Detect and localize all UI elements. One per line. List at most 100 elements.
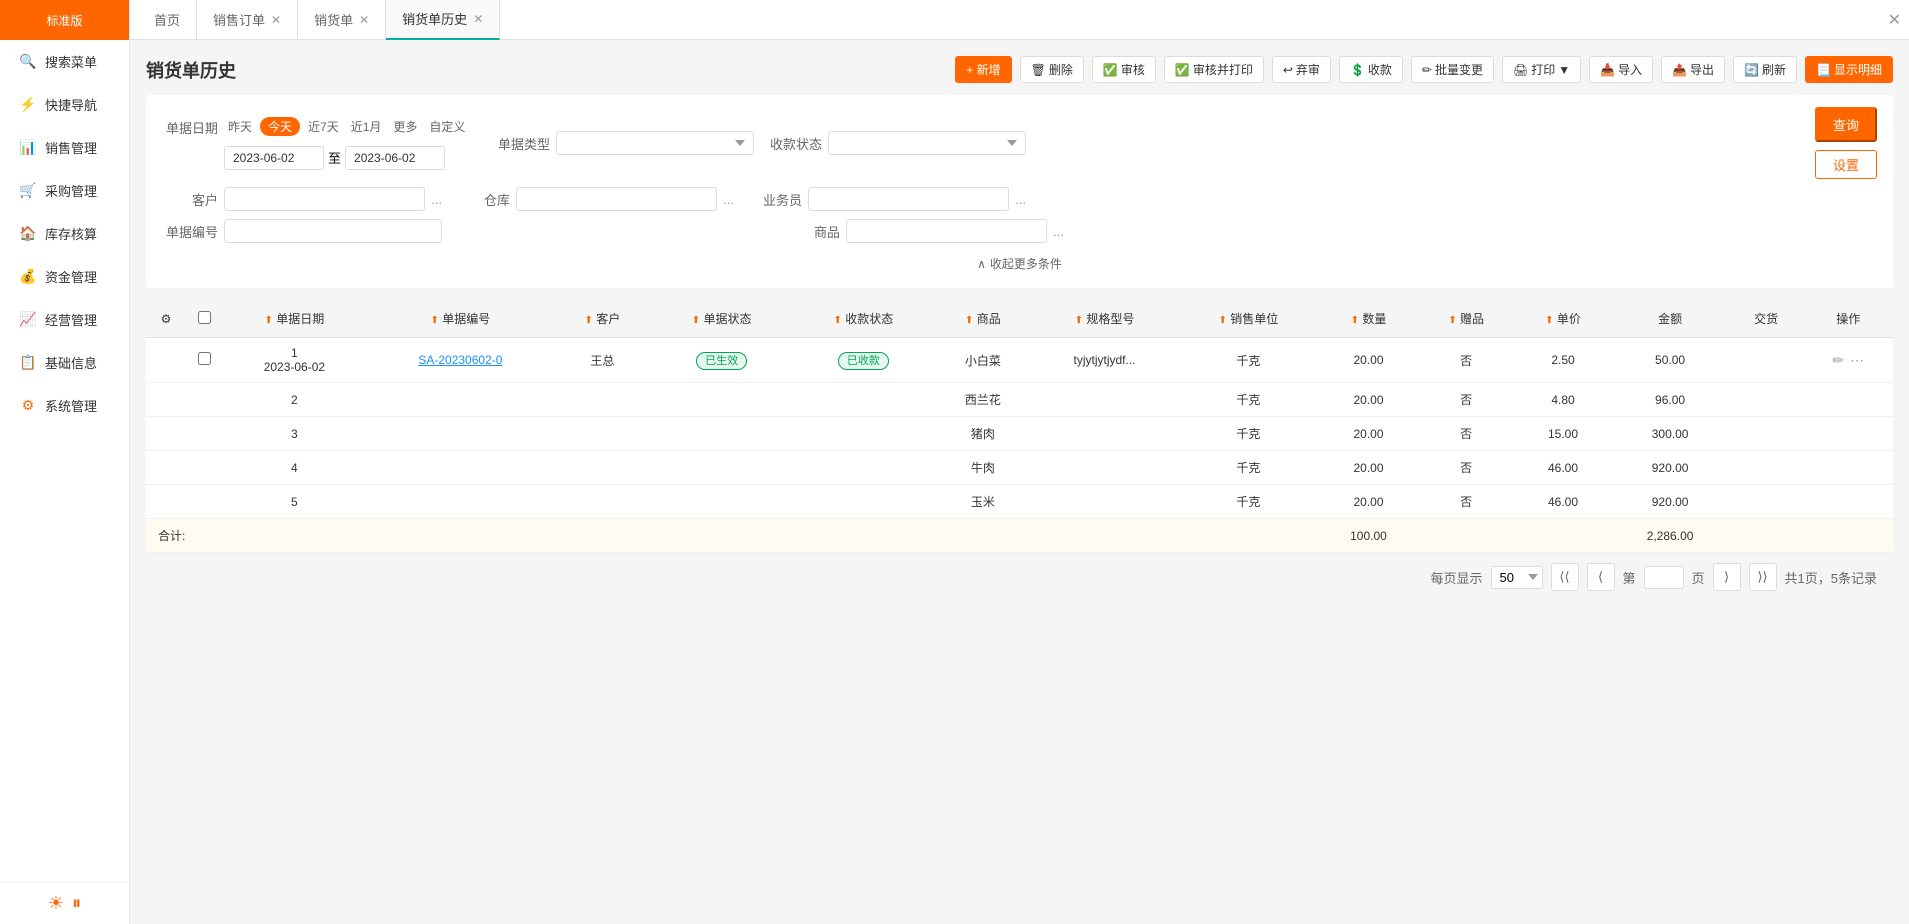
collapse-button[interactable]: ∧ 收起更多条件 <box>162 251 1877 276</box>
col-unit-price[interactable]: ⬆ 单价 <box>1515 300 1612 338</box>
edit-icon[interactable]: ✏ <box>1832 352 1844 369</box>
date-shortcut-1month[interactable]: 近1月 <box>347 117 386 136</box>
customer-dots[interactable]: ... <box>431 192 442 207</box>
salesperson-input[interactable] <box>808 187 1009 211</box>
customer-input[interactable] <box>224 187 425 211</box>
date-shortcut-7days[interactable]: 近7天 <box>304 117 343 136</box>
warehouse-dots[interactable]: ... <box>723 192 734 207</box>
more-icon[interactable]: ⋯ <box>1850 352 1864 369</box>
col-settings[interactable]: ⚙ <box>146 300 186 338</box>
date-to-input[interactable] <box>345 146 445 170</box>
row-quantity-cell: 20.00 <box>1319 383 1418 417</box>
audit-button[interactable]: ✅ 审核 <box>1092 56 1156 83</box>
col-quantity[interactable]: ⬆ 数量 <box>1319 300 1418 338</box>
col-unit[interactable]: ⬆ 销售单位 <box>1177 300 1319 338</box>
row-checkbox-cell[interactable] <box>186 417 222 451</box>
per-page-select[interactable]: 50 100 <box>1491 566 1543 589</box>
row-doc-number-cell[interactable] <box>367 417 554 451</box>
tab-sales-goods-history-close[interactable]: ✕ <box>473 12 483 26</box>
pagination: 每页显示 50 100 ⟨⟨ ⟨ 第 1 页 ⟩ ⟩⟩ 共1页，5条记录 <box>146 553 1893 601</box>
sidebar-item-system-mgmt[interactable]: ⚙ 系统管理 <box>0 384 129 427</box>
warehouse-input[interactable] <box>516 187 717 211</box>
col-customer[interactable]: ⬆ 客户 <box>554 300 651 338</box>
salesperson-dots[interactable]: ... <box>1015 192 1026 207</box>
row-checkbox-cell[interactable] <box>186 338 222 383</box>
export-button[interactable]: 📤 导出 <box>1661 56 1725 83</box>
sort-icon: ⬆ <box>833 315 841 326</box>
next-page-button[interactable]: ⟩ <box>1713 563 1741 591</box>
sidebar-item-purchase-mgmt[interactable]: 🛒 采购管理 <box>0 169 129 212</box>
col-date[interactable]: ⬆ 单据日期 <box>222 300 367 338</box>
last-page-button[interactable]: ⟩⟩ <box>1749 563 1777 591</box>
audit-print-button[interactable]: ✅ 审核并打印 <box>1164 56 1264 83</box>
page-number-input[interactable]: 1 <box>1644 566 1684 589</box>
col-checkbox[interactable] <box>186 300 222 338</box>
date-shortcut-today[interactable]: 今天 <box>260 117 300 136</box>
payment-status-select[interactable] <box>828 131 1026 155</box>
tab-home[interactable]: 首页 <box>138 0 197 40</box>
row-doc-number-cell[interactable] <box>367 485 554 519</box>
table-footer: 合计: 100.00 2,286.00 <box>146 519 1893 553</box>
tab-sales-goods[interactable]: 销货单 ✕ <box>298 0 386 40</box>
col-doc-status[interactable]: ⬆ 单据状态 <box>651 300 793 338</box>
sidebar-brand[interactable]: 标准版 <box>0 0 129 40</box>
select-all-checkbox[interactable] <box>198 311 211 324</box>
sidebar-search[interactable]: 🔍 搜索菜单 <box>0 40 129 83</box>
row-checkbox-cell[interactable] <box>186 485 222 519</box>
col-goods[interactable]: ⬆ 商品 <box>934 300 1031 338</box>
date-shortcut-yesterday[interactable]: 昨天 <box>224 117 256 136</box>
sidebar-item-label: 库存核算 <box>45 224 97 243</box>
query-button[interactable]: 查询 <box>1815 107 1877 142</box>
col-gift[interactable]: ⬆ 赠品 <box>1418 300 1515 338</box>
row-checkbox-cell[interactable] <box>186 451 222 485</box>
row-payment-status-cell <box>793 451 935 485</box>
filter-row-3: 单据编号 商品 ... <box>162 219 1877 243</box>
import-button[interactable]: 📥 导入 <box>1589 56 1653 83</box>
doc-number-input[interactable] <box>224 219 442 243</box>
print-button[interactable]: 🖨 打印 ▼ <box>1502 56 1581 83</box>
date-shortcut-more[interactable]: 更多 <box>389 117 421 136</box>
sidebar-expand-icon[interactable]: ⏸ <box>72 893 81 914</box>
tab-home-label: 首页 <box>154 10 180 29</box>
sidebar-item-operations[interactable]: 📈 经营管理 <box>0 298 129 341</box>
date-from-input[interactable] <box>224 146 324 170</box>
tab-sales-order[interactable]: 销售订单 ✕ <box>197 0 298 40</box>
sidebar-item-basic-info[interactable]: 📋 基础信息 <box>0 341 129 384</box>
tab-sales-order-close[interactable]: ✕ <box>271 13 281 27</box>
tab-sales-goods-close[interactable]: ✕ <box>359 13 369 27</box>
settings-button[interactable]: 设置 <box>1815 150 1877 179</box>
first-page-button[interactable]: ⟨⟨ <box>1551 563 1579 591</box>
row-checkbox[interactable] <box>198 352 211 365</box>
delete-button[interactable]: 🗑 删除 <box>1020 56 1084 83</box>
row-unit-price-cell: 46.00 <box>1515 451 1612 485</box>
new-button[interactable]: + 新增 <box>955 56 1011 83</box>
row-checkbox-cell[interactable] <box>186 383 222 417</box>
sidebar-item-quick-nav[interactable]: ⚡ 快捷导航 <box>0 83 129 126</box>
sidebar-item-finance[interactable]: 💰 资金管理 <box>0 255 129 298</box>
filter-salesperson: 业务员 ... <box>746 187 1026 211</box>
row-doc-number-cell[interactable] <box>367 451 554 485</box>
goods-input[interactable] <box>846 219 1047 243</box>
row-quantity-cell: 20.00 <box>1319 338 1418 383</box>
col-spec[interactable]: ⬆ 规格型号 <box>1032 300 1178 338</box>
row-doc-number-cell[interactable]: SA-20230602-0 <box>367 338 554 383</box>
close-all-tabs[interactable]: ✕ <box>1888 10 1901 30</box>
sidebar-item-inventory[interactable]: 🏠 库存核算 <box>0 212 129 255</box>
row-doc-number-cell[interactable] <box>367 383 554 417</box>
sidebar-collapse-icon[interactable]: ☀ <box>48 893 64 914</box>
doc-number-link[interactable]: SA-20230602-0 <box>418 353 502 367</box>
collect-button[interactable]: 💲 收款 <box>1339 56 1403 83</box>
col-payment-status[interactable]: ⬆ 收款状态 <box>793 300 935 338</box>
discard-button[interactable]: ↩ 弃审 <box>1272 56 1331 83</box>
date-shortcut-custom[interactable]: 自定义 <box>425 117 469 136</box>
prev-page-button[interactable]: ⟨ <box>1587 563 1615 591</box>
tab-sales-goods-history[interactable]: 销货单历史 ✕ <box>386 0 500 40</box>
batch-change-button[interactable]: ✏ 批量变更 <box>1411 56 1494 83</box>
row-num-date-cell: 4 <box>222 451 367 485</box>
goods-dots[interactable]: ... <box>1053 224 1064 239</box>
doc-type-select[interactable] <box>556 131 754 155</box>
col-doc-number[interactable]: ⬆ 单据编号 <box>367 300 554 338</box>
sidebar-item-sales-mgmt[interactable]: 📊 销售管理 <box>0 126 129 169</box>
refresh-button[interactable]: 🔄 刷新 <box>1733 56 1797 83</box>
show-details-button[interactable]: 📃 显示明细 <box>1805 56 1893 83</box>
